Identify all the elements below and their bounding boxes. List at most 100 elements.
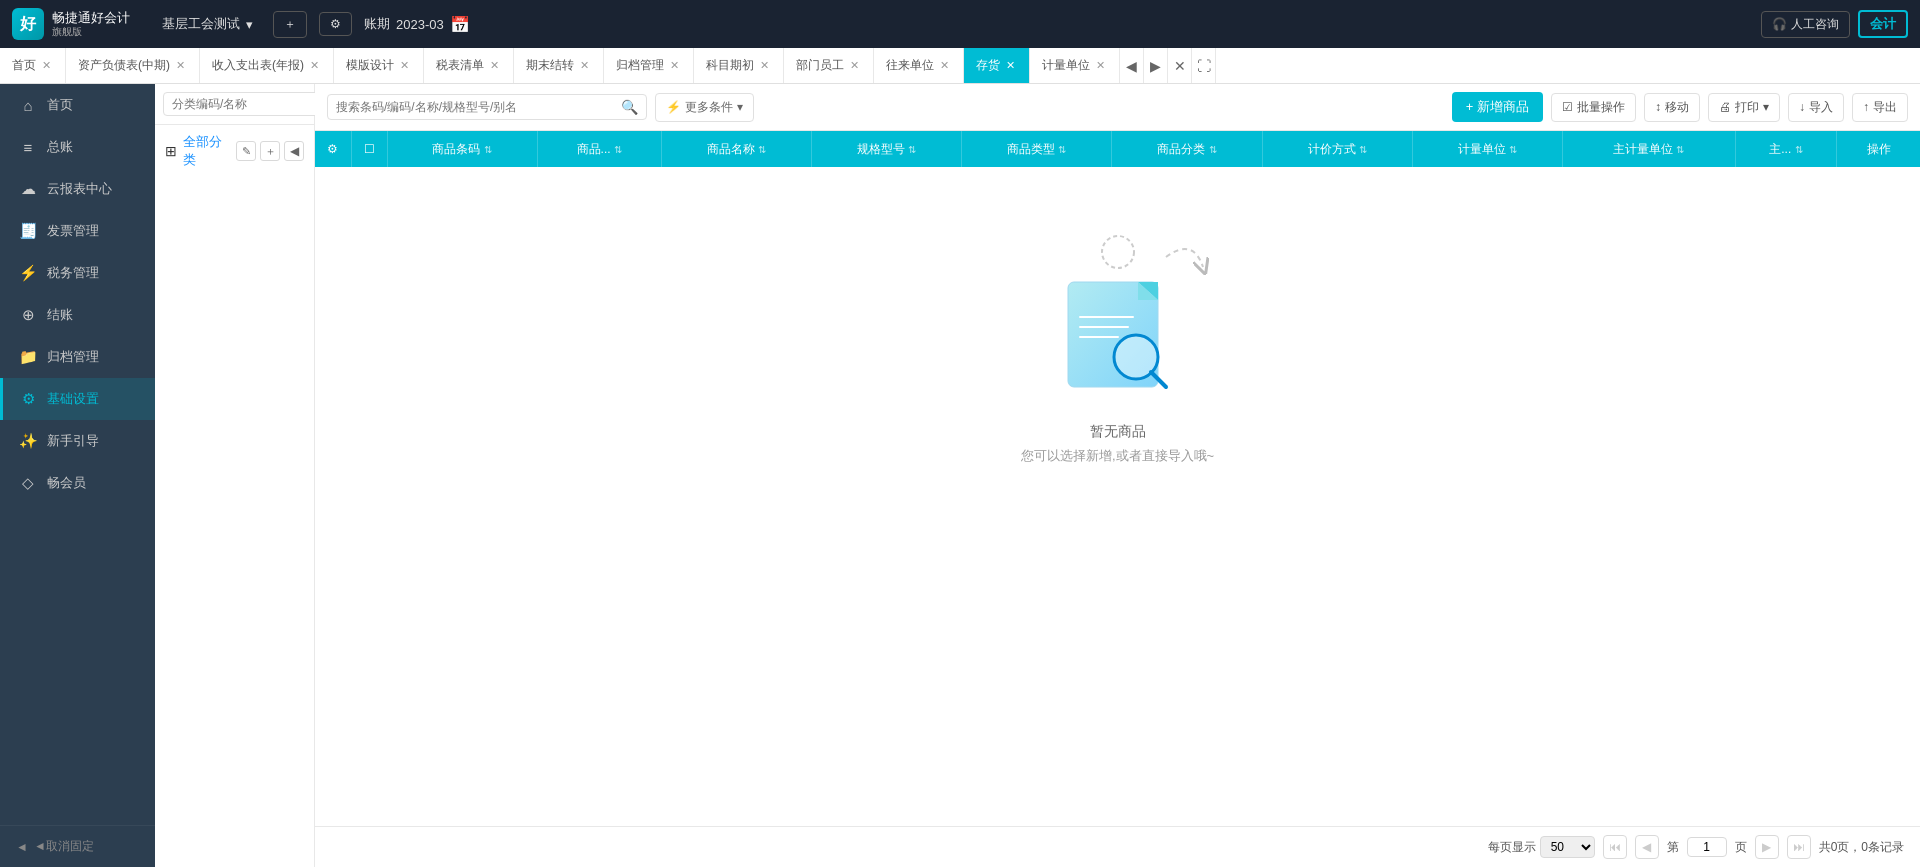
tab-close-icon[interactable]: ✕ [1004, 59, 1017, 72]
tab-存货[interactable]: 存货 ✕ [964, 48, 1030, 83]
tab-label: 资产负债表(中期) [78, 57, 170, 74]
category-search-input[interactable] [163, 92, 331, 116]
col-name[interactable]: 商品名称 ⇅ [661, 131, 811, 167]
sort-icon: ⇅ [758, 144, 766, 155]
sidebar-item-tax[interactable]: ⚡ 税务管理 [0, 252, 155, 294]
tab-归档管理[interactable]: 归档管理 ✕ [604, 48, 694, 83]
filter-more-button[interactable]: ⚡ 更多条件 ▾ [655, 93, 754, 122]
col-barcode-label: 商品条码 [432, 142, 480, 156]
export-button[interactable]: ↑ 导出 [1852, 93, 1908, 122]
add-tab-button[interactable]: ＋ [273, 11, 307, 38]
tab-label: 往来单位 [886, 57, 934, 74]
company-selector[interactable]: 基层工会测试 ▾ [154, 11, 261, 37]
panel-collapse-button[interactable]: ◀ [284, 141, 304, 161]
tab-close-icon[interactable]: ✕ [308, 59, 321, 72]
period-info: 账期 2023-03 📅 [364, 15, 470, 34]
col-action-label: 操作 [1867, 142, 1891, 156]
tab-税表清单[interactable]: 税表清单 ✕ [424, 48, 514, 83]
sidebar-item-ledger[interactable]: ≡ 总账 [0, 126, 155, 168]
next-page-button[interactable]: ▶ [1755, 835, 1779, 859]
product-search-input[interactable] [336, 100, 617, 114]
sidebar-item-close[interactable]: ⊕ 结账 [0, 294, 155, 336]
logo-area: 好 畅捷通好会计 旗舰版 [12, 8, 142, 40]
col-code[interactable]: 商品... ⇅ [537, 131, 661, 167]
tab-close-icon[interactable]: ✕ [848, 59, 861, 72]
sidebar-item-label: 总账 [47, 138, 73, 156]
current-page-input[interactable] [1687, 837, 1727, 857]
col-extra[interactable]: 主... ⇅ [1735, 131, 1837, 167]
col-spec[interactable]: 规格型号 ⇅ [811, 131, 961, 167]
toolbar: 🔍 ⚡ 更多条件 ▾ + 新增商品 ☑ 批量操作 [315, 84, 1920, 131]
col-type[interactable]: 商品类型 ⇅ [962, 131, 1112, 167]
tab-close-icon[interactable]: ✕ [40, 59, 53, 72]
category-all-header[interactable]: ⊞ 全部分类 ✎ ＋ ◀ [155, 125, 314, 177]
tab-首页[interactable]: 首页 ✕ [0, 48, 66, 83]
tab-资产负债表[interactable]: 资产负债表(中期) ✕ [66, 48, 200, 83]
import-button[interactable]: ↓ 导入 [1788, 93, 1844, 122]
col-category[interactable]: 商品分类 ⇅ [1112, 131, 1262, 167]
col-settings[interactable]: ⚙ [315, 131, 351, 167]
sidebar-item-archive[interactable]: 📁 归档管理 [0, 336, 155, 378]
tab-bar: 首页 ✕ 资产负债表(中期) ✕ 收入支出表(年报) ✕ 模版设计 ✕ 税表清单… [0, 48, 1920, 84]
tab-close-icon[interactable]: ✕ [758, 59, 771, 72]
col-pricing[interactable]: 计价方式 ⇅ [1262, 131, 1412, 167]
col-pricing-label: 计价方式 [1308, 142, 1356, 156]
app-title: 畅捷通好会计 旗舰版 [52, 10, 130, 38]
move-button[interactable]: ↕ 移动 [1644, 93, 1700, 122]
tab-close-icon[interactable]: ✕ [578, 59, 591, 72]
sidebar-item-reports[interactable]: ☁ 云报表中心 [0, 168, 155, 210]
last-page-button[interactable]: ⏭ [1787, 835, 1811, 859]
tab-prev-button[interactable]: ◀ [1120, 48, 1144, 84]
sidebar-item-guide[interactable]: ✨ 新手引导 [0, 420, 155, 462]
tab-close-icon[interactable]: ✕ [668, 59, 681, 72]
per-page-select[interactable]: 50 100 200 [1540, 836, 1595, 858]
first-page-button[interactable]: ⏮ [1603, 835, 1627, 859]
product-search-icon[interactable]: 🔍 [621, 99, 638, 115]
sort-icon: ⇅ [614, 144, 622, 155]
tab-模版设计[interactable]: 模版设计 ✕ [334, 48, 424, 83]
tab-往来单位[interactable]: 往来单位 ✕ [874, 48, 964, 83]
col-barcode[interactable]: 商品条码 ⇅ [387, 131, 537, 167]
sidebar-item-label: 畅会员 [47, 474, 86, 492]
consultant-button[interactable]: 🎧 人工咨询 [1761, 11, 1850, 38]
archive-icon: 📁 [19, 348, 37, 366]
tab-close-icon[interactable]: ✕ [1094, 59, 1107, 72]
tab-close-icon[interactable]: ✕ [488, 59, 501, 72]
col-main-unit-label: 主计量单位 [1613, 142, 1673, 156]
prev-page-button[interactable]: ◀ [1635, 835, 1659, 859]
tab-部门员工[interactable]: 部门员工 ✕ [784, 48, 874, 83]
tab-close-icon[interactable]: ✕ [398, 59, 411, 72]
sidebar-item-label: 发票管理 [47, 222, 99, 240]
tab-close-all-button[interactable]: ✕ [1168, 48, 1192, 84]
print-button[interactable]: 🖨 打印 ▾ [1708, 93, 1780, 122]
tab-计量单位[interactable]: 计量单位 ✕ [1030, 48, 1120, 83]
batch-icon: ☑ [1562, 100, 1573, 114]
col-code-label: 商品... [577, 142, 611, 156]
sidebar-item-member[interactable]: ◇ 畅会员 [0, 462, 155, 504]
batch-operation-button[interactable]: ☑ 批量操作 [1551, 93, 1636, 122]
tab-收入支出表[interactable]: 收入支出表(年报) ✕ [200, 48, 334, 83]
tab-expand-button[interactable]: ⛶ [1192, 48, 1216, 84]
invoice-icon: 🧾 [19, 222, 37, 240]
tab-next-button[interactable]: ▶ [1144, 48, 1168, 84]
tab-期末结转[interactable]: 期末结转 ✕ [514, 48, 604, 83]
settings-button[interactable]: ⚙ [319, 12, 352, 36]
col-unit[interactable]: 计量单位 ⇅ [1412, 131, 1562, 167]
tab-close-icon[interactable]: ✕ [938, 59, 951, 72]
tab-close-icon[interactable]: ✕ [174, 59, 187, 72]
add-product-button[interactable]: + 新增商品 [1452, 92, 1543, 122]
svg-point-8 [1102, 236, 1134, 268]
category-edit-button[interactable]: ✎ [236, 141, 256, 161]
close-period-icon: ⊕ [19, 306, 37, 324]
sidebar-item-settings[interactable]: ⚙ 基础设置 [0, 378, 155, 420]
col-main-unit[interactable]: 主计量单位 ⇅ [1562, 131, 1735, 167]
calendar-icon[interactable]: 📅 [450, 15, 470, 34]
category-add-button[interactable]: ＋ [260, 141, 280, 161]
empty-state: 暂无商品 您可以选择新增,或者直接导入哦~ [315, 167, 1920, 525]
sidebar-pin-toggle[interactable]: ◄ ◄取消固定 [0, 825, 155, 867]
tab-科目期初[interactable]: 科目期初 ✕ [694, 48, 784, 83]
col-checkbox[interactable]: ☐ [351, 131, 387, 167]
sidebar-item-home[interactable]: ⌂ 首页 [0, 84, 155, 126]
account-type-button[interactable]: 会计 [1858, 10, 1908, 38]
sidebar-item-invoice[interactable]: 🧾 发票管理 [0, 210, 155, 252]
